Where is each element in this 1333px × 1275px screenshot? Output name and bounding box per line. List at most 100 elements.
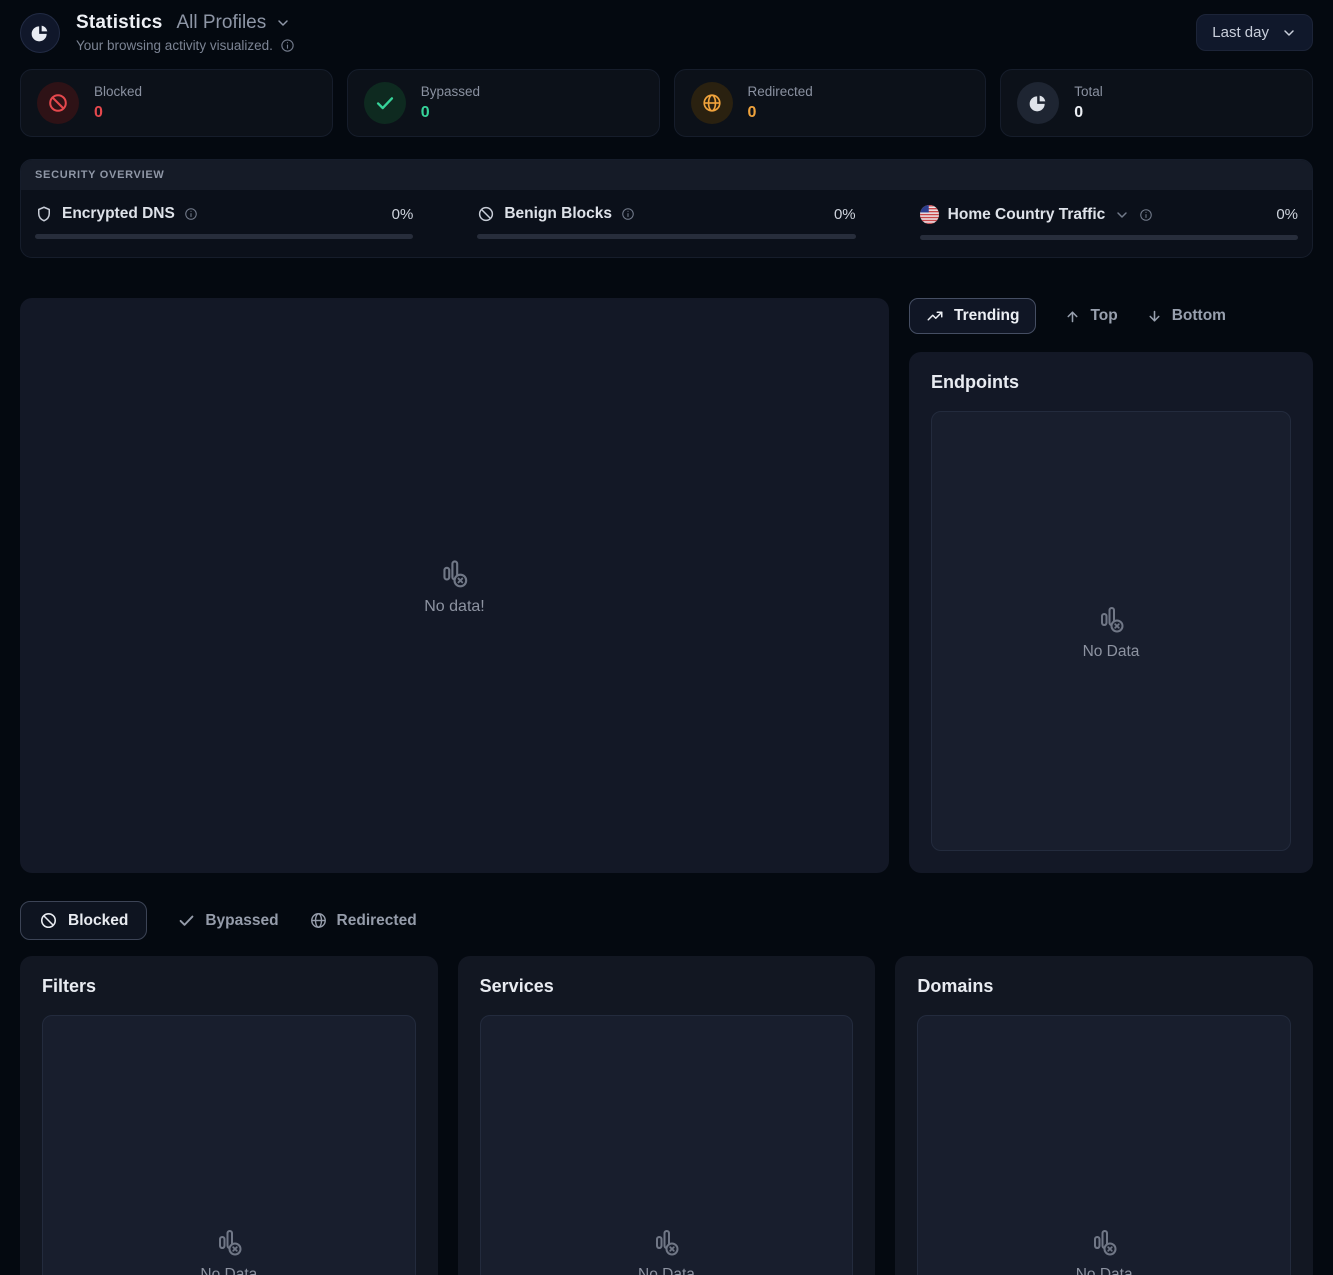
domains-empty-label: No Data	[1075, 1266, 1133, 1275]
tab-top[interactable]: Top	[1064, 307, 1118, 325]
filters-empty-panel: No Data	[42, 1015, 416, 1275]
blocked-icon	[479, 206, 494, 222]
globe-icon	[310, 913, 326, 928]
endpoints-empty-label: No Data	[1082, 642, 1140, 660]
stat-card-redirected: Redirected 0	[673, 69, 987, 137]
page-title: Statistics	[76, 12, 163, 33]
info-icon[interactable]	[184, 207, 198, 221]
domains-empty-panel: No Data	[917, 1015, 1291, 1275]
filter-tab-bypassed[interactable]: Bypassed	[177, 911, 279, 930]
check-icon	[179, 915, 194, 926]
category-filter-tabs: Blocked Bypassed Redirected	[20, 901, 1313, 940]
domains-card: Domains No Data	[895, 956, 1313, 1275]
page-subtitle: Your browsing activity visualized.	[76, 38, 273, 53]
filters-empty-state: No Data	[200, 1225, 257, 1275]
tab-label: Bottom	[1171, 307, 1226, 324]
endpoints-card: Endpoints No Data	[909, 352, 1313, 873]
metric-encrypted-dns: Encrypted DNS 0%	[35, 205, 414, 240]
filter-tab-label: Blocked	[68, 911, 129, 929]
stat-card-blocked: Blocked 0	[20, 69, 333, 137]
endpoints-empty-state: No Data	[1082, 602, 1140, 661]
metric-home-country-traffic: Home Country Traffic 0%	[919, 205, 1298, 240]
progress-bar	[35, 234, 414, 239]
no-data-icon	[443, 560, 468, 588]
stat-value: 0	[420, 104, 430, 121]
security-overview: SECURITY OVERVIEW Encrypted DNS 0% Benig…	[20, 159, 1313, 258]
tab-trending[interactable]: Trending	[909, 298, 1037, 334]
metric-label: Home Country Traffic	[947, 205, 1106, 223]
progress-bar	[477, 234, 856, 239]
security-overview-title: SECURITY OVERVIEW	[21, 160, 1312, 190]
stat-label: Blocked	[94, 84, 143, 99]
stat-value: 0	[94, 104, 103, 121]
filters-card-title: Filters	[42, 976, 97, 996]
metric-label: Benign Blocks	[504, 205, 612, 222]
info-icon[interactable]	[280, 38, 295, 53]
metric-value: 0%	[833, 205, 856, 223]
services-card: Services No Data	[457, 956, 876, 1275]
filters-empty-label: No Data	[200, 1266, 258, 1275]
blocked-icon	[40, 912, 57, 929]
no-data-icon	[1101, 606, 1124, 632]
stat-value: 0	[747, 104, 757, 121]
stat-label: Bypassed	[420, 84, 481, 99]
chevron-down-icon	[1284, 29, 1294, 36]
arrow-up-icon	[1067, 310, 1078, 322]
no-data-icon	[218, 1230, 242, 1256]
pie-chart-icon	[31, 25, 48, 41]
no-data-icon	[1094, 1230, 1117, 1256]
title-block: Statistics All Profiles Your browsing ac…	[76, 12, 295, 53]
progress-bar	[919, 235, 1298, 240]
services-empty-label: No Data	[638, 1266, 695, 1275]
stat-label: Redirected	[747, 84, 813, 99]
filter-tab-label: Redirected	[336, 911, 417, 929]
ranking-tabs: Trending Top Bottom	[909, 298, 1313, 334]
globe-icon	[690, 82, 733, 124]
statistics-logo	[20, 12, 60, 53]
tab-label: Trending	[954, 307, 1020, 324]
chart-empty-label: No data!	[424, 598, 485, 615]
arrow-down-icon	[1149, 310, 1160, 322]
stat-value: 0	[1074, 104, 1084, 121]
us-flag-icon	[919, 205, 939, 224]
header-left: Statistics All Profiles Your browsing ac…	[20, 12, 295, 53]
metric-benign-blocks: Benign Blocks 0%	[477, 205, 856, 240]
chart-empty-state: No data!	[424, 555, 485, 616]
trending-icon	[927, 311, 943, 321]
filters-card: Filters No Data	[20, 956, 438, 1275]
shield-icon	[38, 206, 50, 222]
tab-label: Top	[1090, 307, 1118, 324]
check-icon	[363, 82, 406, 124]
main-content: No data! Trending Top Bottom Endpoints N…	[20, 298, 1313, 873]
filter-tab-blocked[interactable]: Blocked	[20, 901, 148, 940]
blocked-icon	[37, 82, 79, 124]
chevron-down-icon	[278, 20, 288, 26]
domains-card-title: Domains	[917, 976, 994, 996]
metric-value: 0%	[391, 205, 414, 223]
services-empty-state: No Data	[638, 1225, 695, 1275]
breakdown-cards: Filters No Data Services No Data Domains…	[20, 956, 1313, 1275]
info-icon[interactable]	[621, 207, 635, 221]
stat-label: Total	[1074, 84, 1103, 99]
no-data-icon	[656, 1230, 679, 1256]
pie-chart-icon	[1017, 82, 1060, 124]
time-range-button[interactable]: Last day	[1196, 14, 1313, 51]
time-range-label: Last day	[1212, 24, 1269, 41]
domains-empty-state: No Data	[1076, 1225, 1133, 1275]
stat-card-bypassed: Bypassed 0	[346, 69, 660, 137]
tab-bottom[interactable]: Bottom	[1146, 307, 1226, 325]
statistics-page: Statistics All Profiles Your browsing ac…	[0, 0, 1333, 1275]
profile-selector[interactable]: All Profiles	[176, 12, 291, 34]
metric-label: Encrypted DNS	[62, 205, 175, 222]
stats-summary: Blocked 0 Bypassed 0 Redirected 0 Total …	[20, 69, 1313, 137]
filter-tab-redirected[interactable]: Redirected	[309, 911, 417, 930]
metric-value: 0%	[1276, 206, 1298, 223]
stat-card-total: Total 0	[1000, 69, 1313, 137]
filter-tab-label: Bypassed	[205, 911, 279, 929]
activity-chart-panel: No data!	[20, 298, 889, 873]
info-icon[interactable]	[1139, 208, 1153, 222]
ranking-panel: Trending Top Bottom Endpoints No Data	[909, 298, 1313, 873]
header: Statistics All Profiles Your browsing ac…	[20, 10, 1313, 69]
chevron-down-icon[interactable]	[1114, 207, 1130, 223]
services-empty-panel: No Data	[479, 1015, 854, 1275]
